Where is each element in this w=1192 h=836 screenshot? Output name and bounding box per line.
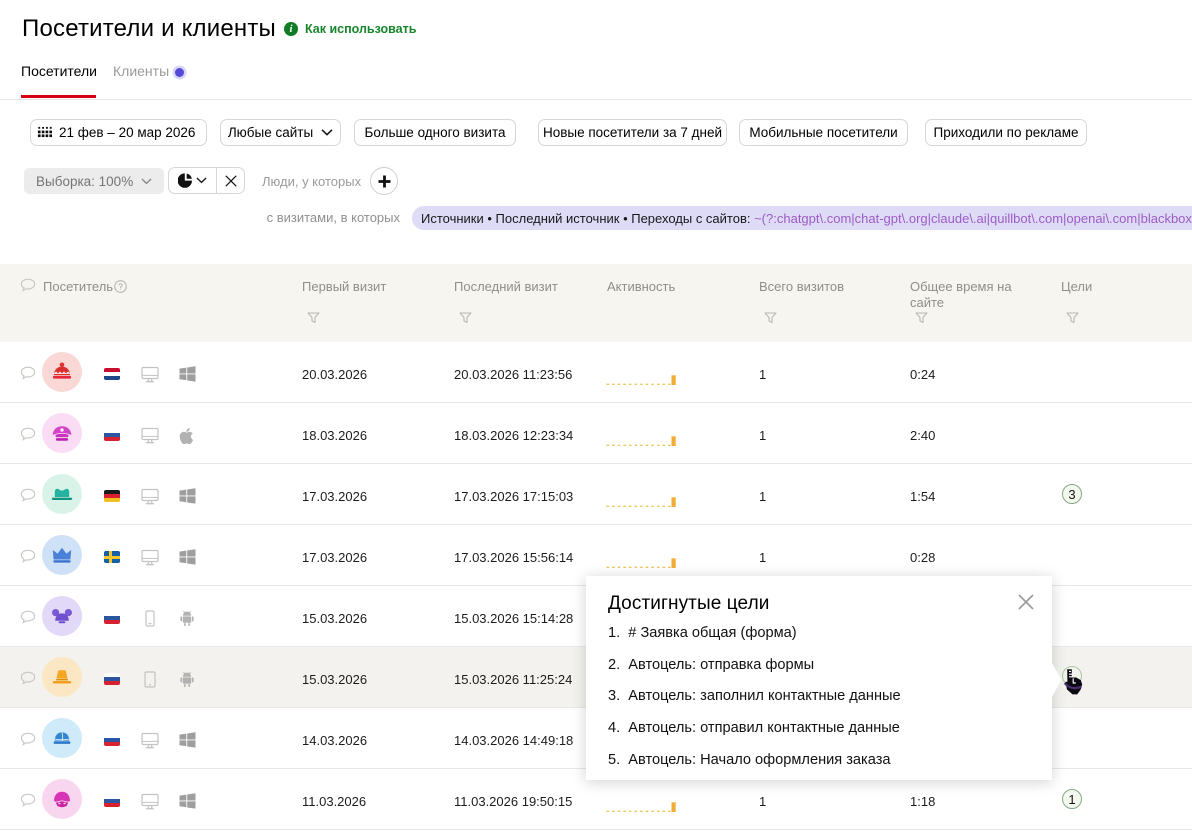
svg-text:?: ? <box>118 281 123 291</box>
